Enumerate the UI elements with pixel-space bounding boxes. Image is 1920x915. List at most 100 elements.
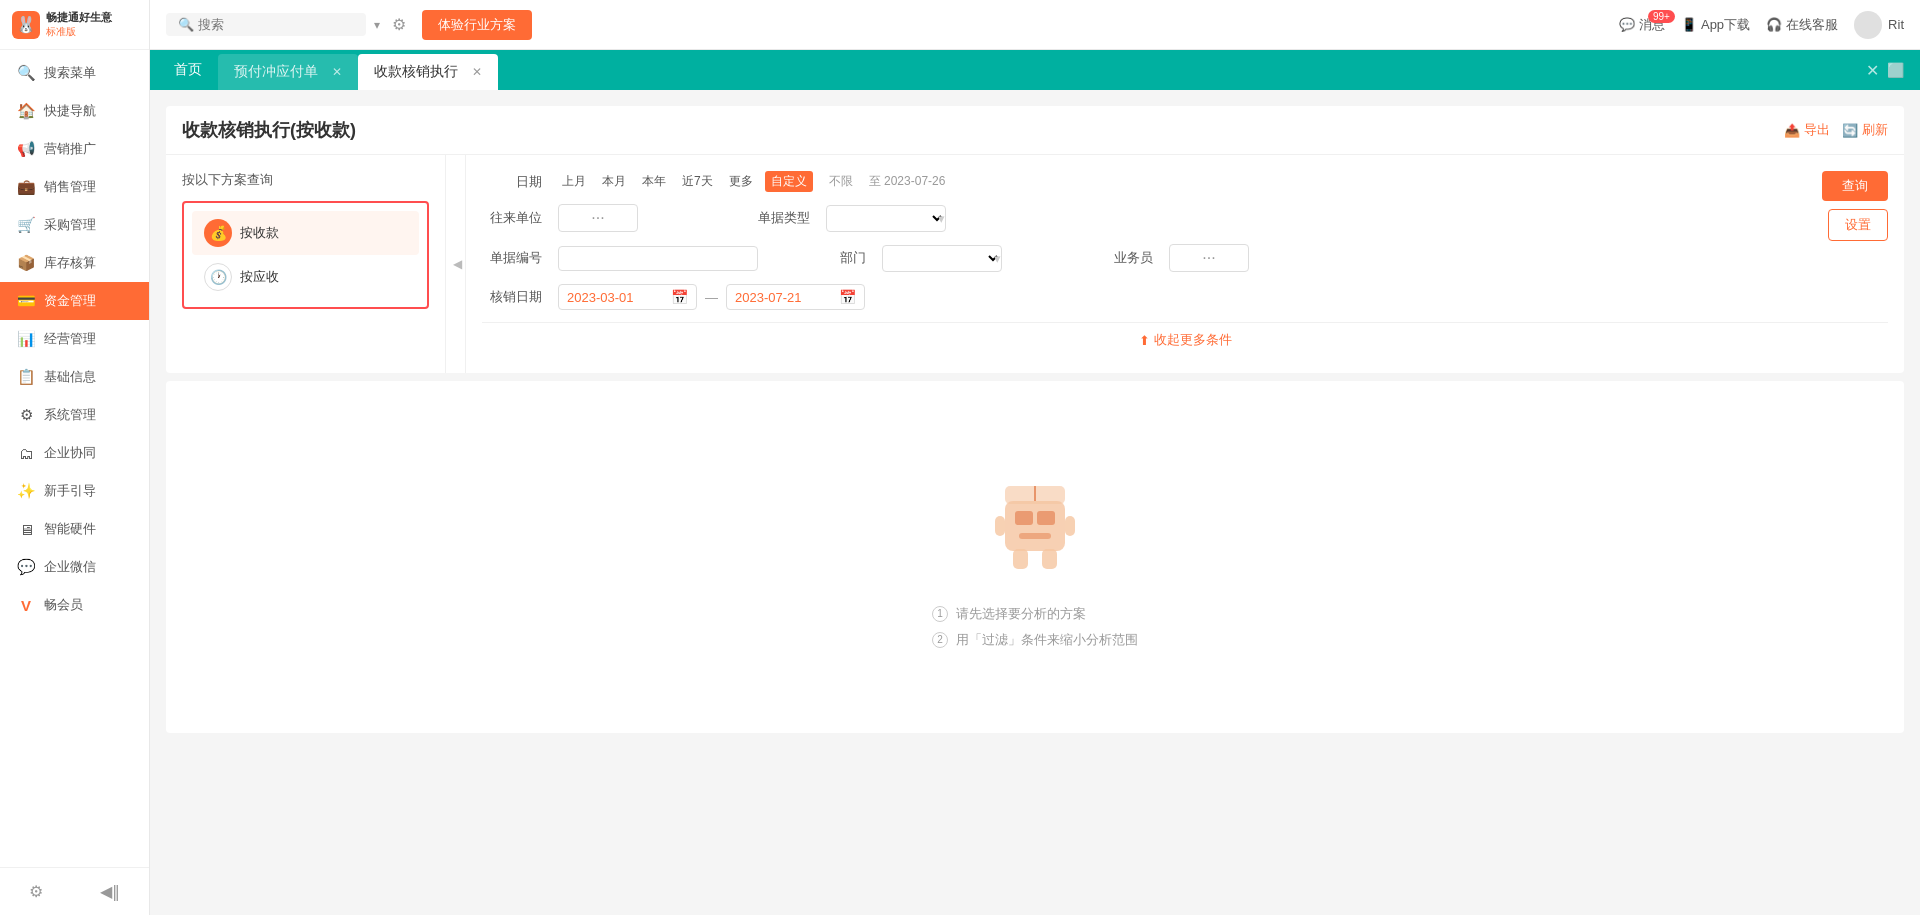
refresh-label: 刷新 <box>1862 121 1888 139</box>
topbar-search-input[interactable] <box>198 17 348 32</box>
docno-input[interactable] <box>558 246 758 271</box>
system-icon: ⚙ <box>16 406 36 424</box>
sidebar-nav: 🔍 搜索菜单 🏠 快捷导航 📢 营销推广 💼 销售管理 🛒 采购管理 📦 库存核… <box>0 50 149 867</box>
refresh-btn[interactable]: 🔄 刷新 <box>1842 121 1888 139</box>
tab-maximize-btn[interactable]: ⬜ <box>1887 62 1904 78</box>
online-service-btn[interactable]: 🎧 在线客服 <box>1766 16 1838 34</box>
sidebar-item-system[interactable]: ⚙ 系统管理 <box>0 396 149 434</box>
solution-button[interactable]: 体验行业方案 <box>422 10 532 40</box>
sales-icon: 💼 <box>16 178 36 196</box>
verify-date-label: 核销日期 <box>482 288 542 306</box>
date-range: 📅 — 📅 <box>558 284 865 310</box>
date-last-month-btn[interactable]: 上月 <box>558 171 590 192</box>
collapse-more-btn[interactable]: ⬆ 收起更多条件 <box>482 322 1888 357</box>
topbar-left: 🔍 ▾ ⚙ 体验行业方案 <box>166 10 1619 40</box>
app-download-btn[interactable]: 📱 App下载 <box>1681 16 1750 34</box>
receivable-tab-label: 收款核销执行 <box>374 63 458 81</box>
export-btn[interactable]: 📤 导出 <box>1784 121 1830 139</box>
date-to-display: 至 2023-07-26 <box>869 173 946 190</box>
settings-bottom-btn[interactable]: ⚙ <box>19 876 53 907</box>
topbar-dropdown-btn[interactable]: ▾ <box>374 18 380 32</box>
by-receipt-label: 按收款 <box>240 224 279 242</box>
svg-rect-1 <box>1015 511 1033 525</box>
empty-illustration <box>975 461 1095 581</box>
sidebar-item-basics[interactable]: 📋 基础信息 <box>0 358 149 396</box>
empty-tip-1-text: 请先选择要分析的方案 <box>956 601 1086 627</box>
sidebar-item-wechat[interactable]: 💬 企业微信 <box>0 548 149 586</box>
logo-name: 畅捷通好生意 <box>46 10 112 25</box>
verify-date-end-wrap[interactable]: 📅 <box>726 284 865 310</box>
counterpart-input[interactable]: ··· <box>558 204 638 232</box>
refresh-icon: 🔄 <box>1842 123 1858 138</box>
filter-sidebar: 按以下方案查询 💰 按收款 🕐 按应收 <box>166 155 446 373</box>
setting-button[interactable]: 设置 <box>1828 209 1888 241</box>
app-label: App下载 <box>1701 16 1750 34</box>
by-receipt-icon: 💰 <box>204 219 232 247</box>
topbar-gear-btn[interactable]: ⚙ <box>392 15 406 34</box>
verify-date-end-input[interactable] <box>735 290 835 305</box>
staff-input[interactable]: ··· <box>1169 244 1249 272</box>
doctype-select[interactable] <box>826 205 946 232</box>
enterprise-icon: 🗂 <box>16 445 36 462</box>
sidebar-item-member[interactable]: V 畅会员 <box>0 586 149 624</box>
date-group: 上月 本月 本年 近7天 更多 自定义 <box>558 171 813 192</box>
verify-date-start-wrap[interactable]: 📅 <box>558 284 697 310</box>
date-7days-btn[interactable]: 近7天 <box>678 171 717 192</box>
sidebar-item-label: 畅会员 <box>44 596 83 614</box>
sidebar-bottom: ⚙ ◀‖ <box>0 867 149 915</box>
sidebar-item-marketing[interactable]: 📢 营销推广 <box>0 130 149 168</box>
calendar-end-icon[interactable]: 📅 <box>839 289 856 305</box>
tab-receivable[interactable]: 收款核销执行 ✕ <box>358 54 498 90</box>
filter-option-by-receivable[interactable]: 🕐 按应收 <box>192 255 419 299</box>
topbar-search-box[interactable]: 🔍 <box>166 13 366 36</box>
sidebar-item-sales[interactable]: 💼 销售管理 <box>0 168 149 206</box>
tab-prepay[interactable]: 预付冲应付单 ✕ <box>218 54 358 90</box>
nav-tabbar: 首页 预付冲应付单 ✕ 收款核销执行 ✕ ✕ ⬜ <box>150 50 1920 90</box>
date-more-btn[interactable]: 更多 <box>725 171 757 192</box>
sidebar-item-label: 采购管理 <box>44 216 96 234</box>
by-receivable-icon: 🕐 <box>204 263 232 291</box>
logo-sub: 标准版 <box>46 25 112 39</box>
calendar-start-icon[interactable]: 📅 <box>671 289 688 305</box>
topbar: 🔍 ▾ ⚙ 体验行业方案 💬 消息 99+ 📱 App下载 🎧 在线客服 <box>150 0 1920 50</box>
filter-collapse-btn[interactable]: ◀ <box>450 155 466 373</box>
filter-row-date: 日期 上月 本月 本年 近7天 更多 自定义 不限 <box>482 171 1822 192</box>
sidebar-item-finance[interactable]: 💳 资金管理 <box>0 282 149 320</box>
sidebar-item-management[interactable]: 📊 经营管理 <box>0 320 149 358</box>
date-custom-btn[interactable]: 自定义 <box>765 171 813 192</box>
date-label: 日期 <box>482 173 542 191</box>
dept-label: 部门 <box>806 249 866 267</box>
sidebar-item-label: 智能硬件 <box>44 520 96 538</box>
sidebar-item-search[interactable]: 🔍 搜索菜单 <box>0 54 149 92</box>
date-this-month-btn[interactable]: 本月 <box>598 171 630 192</box>
filter-option-by-receipt[interactable]: 💰 按收款 <box>192 211 419 255</box>
sidebar-item-hardware[interactable]: 🖥 智能硬件 <box>0 510 149 548</box>
dept-select[interactable] <box>882 245 1002 272</box>
service-icon: 🎧 <box>1766 17 1782 32</box>
receivable-tab-close[interactable]: ✕ <box>472 65 482 79</box>
sidebar-item-inventory[interactable]: 📦 库存核算 <box>0 244 149 282</box>
management-icon: 📊 <box>16 330 36 348</box>
verify-date-start-input[interactable] <box>567 290 667 305</box>
filter-row-counterpart: 往来单位 ··· 单据类型 ▾ <box>482 204 1822 232</box>
empty-tip-1: 1 请先选择要分析的方案 <box>932 601 1138 627</box>
tab-close-all-btn[interactable]: ✕ <box>1866 61 1879 80</box>
svg-rect-7 <box>1042 549 1057 569</box>
collapse-more-label: 收起更多条件 <box>1154 331 1232 349</box>
tab-home[interactable]: 首页 <box>158 50 218 90</box>
user-name: Rit <box>1888 17 1904 32</box>
sidebar-item-enterprise[interactable]: 🗂 企业协同 <box>0 434 149 472</box>
sidebar-item-purchase[interactable]: 🛒 采购管理 <box>0 206 149 244</box>
message-icon: 💬 <box>1619 17 1635 32</box>
sidebar-item-quicknav[interactable]: 🏠 快捷导航 <box>0 92 149 130</box>
sidebar-item-guide[interactable]: ✨ 新手引导 <box>0 472 149 510</box>
empty-tips: 1 请先选择要分析的方案 2 用「过滤」条件来缩小分析范围 <box>932 601 1138 653</box>
user-area[interactable]: Rit <box>1854 11 1904 39</box>
prepay-tab-close[interactable]: ✕ <box>332 65 342 79</box>
message-btn[interactable]: 💬 消息 99+ <box>1619 16 1665 34</box>
marketing-icon: 📢 <box>16 140 36 158</box>
date-this-year-btn[interactable]: 本年 <box>638 171 670 192</box>
sidebar-item-label: 经营管理 <box>44 330 96 348</box>
collapse-sidebar-btn[interactable]: ◀‖ <box>90 876 130 907</box>
query-button[interactable]: 查询 <box>1822 171 1888 201</box>
